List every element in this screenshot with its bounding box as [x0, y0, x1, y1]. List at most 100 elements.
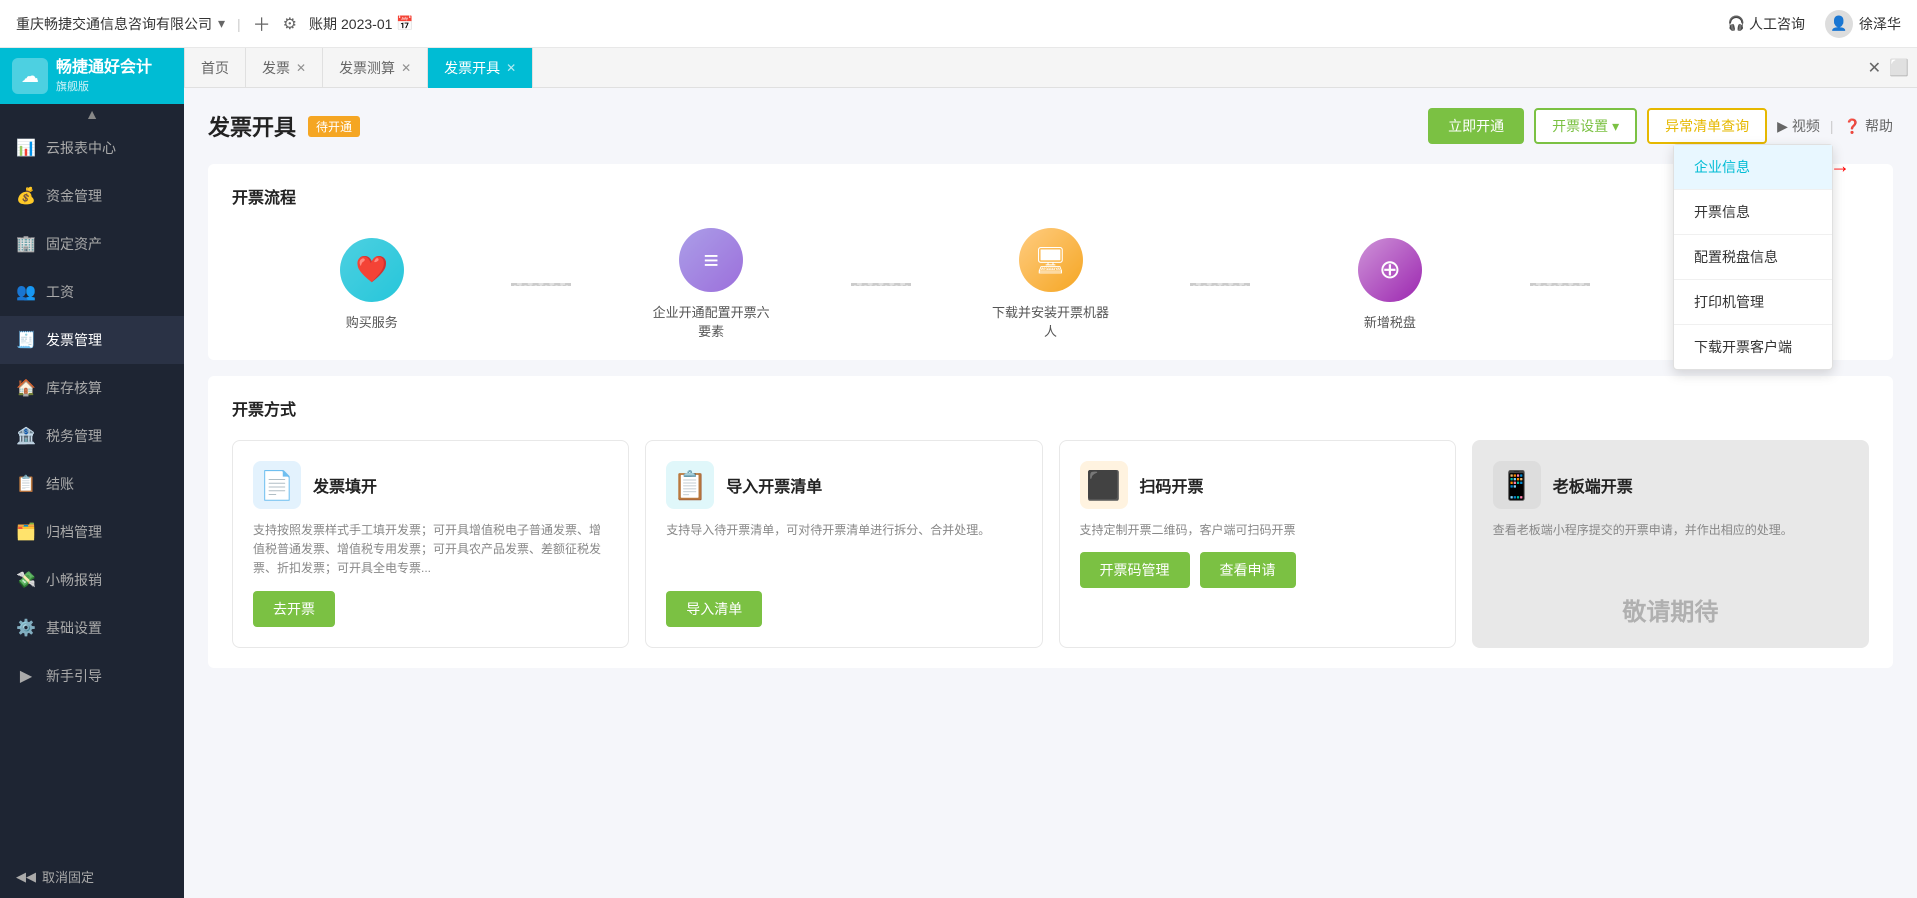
user-info[interactable]: 👤 徐泽华 — [1825, 10, 1901, 38]
help-button[interactable]: ❓ 帮助 — [1844, 116, 1893, 136]
tab-invoice-label: 发票 — [262, 58, 290, 78]
calendar-icon[interactable]: 📅 — [396, 15, 413, 32]
sidebar-label-invoice-mgmt: 发票管理 — [46, 330, 102, 350]
manual-fill-icon: 📄 — [253, 461, 301, 509]
sidebar-item-inventory[interactable]: 🏠 库存核算 — [0, 364, 184, 412]
user-name: 徐泽华 — [1859, 14, 1901, 34]
flow-section: 开票流程 ❤️ 购买服务 ≡ 企业开通配置开票六要素 — [208, 164, 1893, 360]
sidebar-logo: ☁ 畅捷通好会计 旗舰版 — [0, 48, 184, 104]
import-list-button[interactable]: 导入清单 — [666, 591, 762, 627]
config-enterprise-icon: ≡ — [679, 228, 743, 292]
close-tab-button[interactable]: ✕ — [1868, 58, 1881, 78]
video-button[interactable]: ▶ 视频 — [1777, 116, 1820, 136]
tab-invoice-tool-close-icon[interactable]: ✕ — [506, 61, 516, 75]
manual-fill-desc: 支持按照发票样式手工填开发票；可开具增值税电子普通发票、增值税普通发票、增值税专… — [253, 521, 608, 579]
sidebar-item-accounting[interactable]: 📋 结账 — [0, 460, 184, 508]
flow-connector-4 — [1530, 283, 1590, 286]
sidebar-label-report-expense: 小畅报销 — [46, 570, 102, 590]
sidebar: ☁ 畅捷通好会计 旗舰版 ▲ 📊 云报表中心 💰 资金管理 🏢 固定资产 👥 — [0, 48, 184, 898]
sidebar-label-payroll: 工资 — [46, 282, 74, 302]
tab-invoice-calc[interactable]: 发票测算 ✕ — [323, 48, 428, 88]
tab-invoice-close-icon[interactable]: ✕ — [296, 61, 306, 75]
sidebar-item-basic-settings[interactable]: ⚙️ 基础设置 — [0, 604, 184, 652]
company-chevron-icon: ▾ — [218, 15, 225, 32]
flow-step-download-install: 🖥 下载并安装开票机器人 — [911, 228, 1190, 340]
consult-label: 人工咨询 — [1749, 14, 1805, 34]
billing-card-scan-invoice: ⬛ 扫码开票 支持定制开票二维码，客户端可扫码开票 开票码管理 查看申请 — [1059, 440, 1456, 648]
sidebar-item-fixed-assets[interactable]: 🏢 固定资产 — [0, 220, 184, 268]
add-company-icon[interactable]: ＋ — [253, 11, 271, 37]
sidebar-item-invoice-mgmt[interactable]: 🧾 发票管理 — [0, 316, 184, 364]
sidebar-item-report-expense[interactable]: 💸 小畅报销 — [0, 556, 184, 604]
cancel-fixed-label: 取消固定 — [42, 867, 94, 886]
flow-section-title: 开票流程 — [232, 184, 1869, 208]
settings-button[interactable]: 开票设置 ▾ — [1534, 108, 1637, 144]
invoice-mgmt-icon: 🧾 — [16, 330, 36, 350]
dropdown-item-tax-disk-config[interactable]: 配置税盘信息 — [1674, 235, 1832, 280]
pin-icon: ◀◀ — [16, 869, 36, 885]
view-apply-button[interactable]: 查看申请 — [1200, 552, 1296, 588]
dropdown-invoice-info-label: 开票信息 — [1694, 204, 1750, 220]
sidebar-label-archive: 归档管理 — [46, 522, 102, 542]
top-bar: 重庆畅捷交通信息咨询有限公司 ▾ | ＋ ⚙ 账期 2023-01 📅 🎧 人工… — [0, 0, 1917, 48]
red-arrow-icon: → — [1830, 156, 1850, 179]
qrcode-mgmt-button[interactable]: 开票码管理 — [1080, 552, 1190, 588]
help-label: 帮助 — [1865, 116, 1893, 136]
sidebar-item-new-guide[interactable]: ▶ 新手引导 — [0, 652, 184, 700]
settings-icon[interactable]: ⚙ — [283, 14, 297, 34]
dropdown-printer-mgmt-label: 打印机管理 — [1694, 294, 1764, 310]
new-guide-icon: ▶ — [16, 666, 36, 686]
tab-invoice-calc-close-icon[interactable]: ✕ — [401, 61, 411, 75]
scan-invoice-desc: 支持定制开票二维码，客户端可扫码开票 — [1080, 521, 1435, 540]
billing-card-manual-fill-header: 📄 发票填开 — [253, 461, 608, 509]
scan-invoice-btns: 开票码管理 查看申请 — [1080, 552, 1435, 588]
sidebar-item-cloud-report[interactable]: 📊 云报表中心 — [0, 124, 184, 172]
consult-button[interactable]: 🎧 人工咨询 — [1728, 14, 1805, 34]
sidebar-item-payroll[interactable]: 👥 工资 — [0, 268, 184, 316]
add-tax-disk-icon: ⊕ — [1358, 238, 1422, 302]
dropdown-company-info-label: 企业信息 — [1694, 159, 1750, 175]
billing-card-boss-invoice-header: 📱 老板端开票 — [1493, 461, 1848, 509]
status-badge: 待开通 — [308, 116, 360, 137]
flow-connector-1 — [511, 283, 571, 286]
import-list-icon: 📋 — [666, 461, 714, 509]
tab-invoice-tool[interactable]: 发票开具 ✕ — [428, 48, 533, 88]
sidebar-label-fixed-assets: 固定资产 — [46, 234, 102, 254]
company-selector[interactable]: 重庆畅捷交通信息咨询有限公司 ▾ — [16, 14, 225, 34]
archive-icon: 🗂️ — [16, 522, 36, 542]
tab-invoice[interactable]: 发票 ✕ — [246, 48, 323, 88]
dropdown-item-printer-mgmt[interactable]: 打印机管理 — [1674, 280, 1832, 325]
flow-step-buy-service: ❤️ 购买服务 — [232, 238, 511, 331]
scroll-up-button[interactable]: ▲ — [0, 104, 184, 124]
sidebar-label-basic-settings: 基础设置 — [46, 618, 102, 638]
period-label: 账期 — [309, 14, 337, 34]
settings-button-label: 开票设置 — [1552, 116, 1608, 136]
page-content: 发票开具 待开通 立即开通 开票设置 ▾ 企业信息 → — [184, 88, 1917, 898]
sidebar-item-fund-mgmt[interactable]: 💰 资金管理 — [0, 172, 184, 220]
page-header-actions: 立即开通 开票设置 ▾ 企业信息 → 开票信息 — [1428, 108, 1893, 144]
sidebar-item-tax-mgmt[interactable]: 🏦 税务管理 — [0, 412, 184, 460]
sidebar-label-accounting: 结账 — [46, 474, 74, 494]
dropdown-item-invoice-info[interactable]: 开票信息 — [1674, 190, 1832, 235]
go-invoice-button[interactable]: 去开票 — [253, 591, 335, 627]
cancel-fixed-button[interactable]: ◀◀ 取消固定 — [0, 855, 184, 898]
top-bar-right: 🎧 人工咨询 👤 徐泽华 — [1728, 10, 1901, 38]
accounting-icon: 📋 — [16, 474, 36, 494]
anomaly-button[interactable]: 异常清单查询 — [1647, 108, 1767, 144]
restore-tab-button[interactable]: ⬜ — [1889, 58, 1909, 78]
tab-home[interactable]: 首页 — [184, 48, 246, 88]
period-display: 账期 2023-01 📅 — [309, 14, 414, 34]
inventory-icon: 🏠 — [16, 378, 36, 398]
sidebar-item-archive[interactable]: 🗂️ 归档管理 — [0, 508, 184, 556]
dropdown-item-company-info[interactable]: 企业信息 → — [1674, 145, 1832, 190]
headset-icon: 🎧 — [1728, 15, 1745, 32]
flow-step-config-enterprise: ≡ 企业开通配置开票六要素 — [571, 228, 850, 340]
billing-card-import-list-header: 📋 导入开票清单 — [666, 461, 1021, 509]
activate-button[interactable]: 立即开通 — [1428, 108, 1524, 144]
buy-service-label: 购买服务 — [346, 312, 398, 331]
sidebar-label-new-guide: 新手引导 — [46, 666, 102, 686]
cloud-report-icon: 📊 — [16, 138, 36, 158]
dropdown-item-download-client[interactable]: 下载开票客户端 — [1674, 325, 1832, 369]
boss-invoice-desc: 查看老板端小程序提交的开票申请，并作出相应的处理。 — [1493, 521, 1848, 540]
manual-fill-title: 发票填开 — [313, 473, 377, 497]
